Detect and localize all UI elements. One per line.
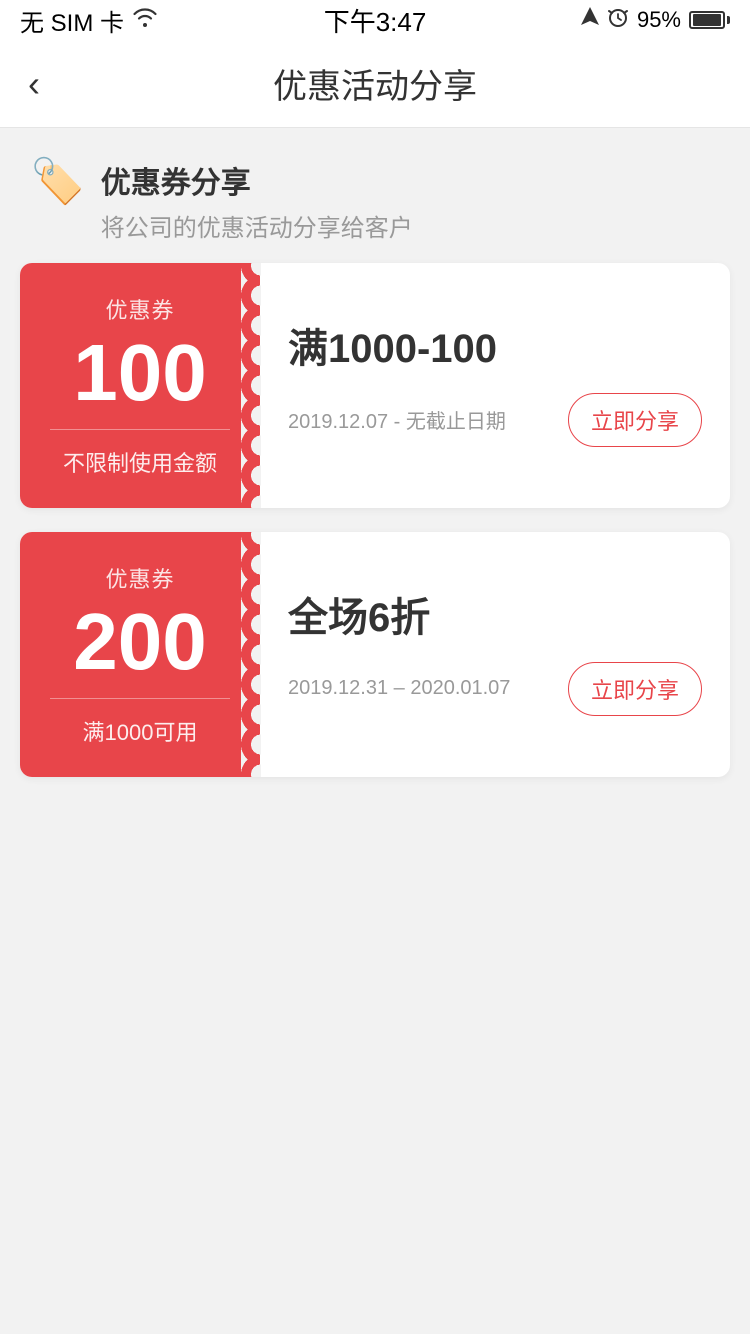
section-subtitle: 将公司的优惠活动分享给客户 bbox=[101, 208, 413, 243]
status-left: 无 SIM 卡 bbox=[20, 3, 158, 38]
status-bar: 无 SIM 卡 下午3:47 95% bbox=[0, 0, 750, 40]
coupon-date-1: 2019.12.31 – 2020.01.07 bbox=[288, 677, 568, 700]
share-button-0[interactable]: 立即分享 bbox=[568, 393, 702, 447]
battery-percent: 95% bbox=[637, 7, 681, 33]
coupon-bottom-1: 2019.12.31 – 2020.01.07 立即分享 bbox=[288, 662, 702, 716]
coupon-left-1: 优惠券 200 满1000可用 bbox=[20, 532, 260, 777]
section-title: 优惠券分享 bbox=[101, 158, 413, 202]
carrier-label: 无 SIM 卡 bbox=[20, 3, 124, 38]
coupon-condition-1: 满1000可用 bbox=[83, 715, 198, 747]
bottom-area bbox=[0, 801, 750, 1301]
coupon-card-0: 优惠券 100 不限制使用金额 满1000-100 2019.12.07 - 无… bbox=[20, 263, 730, 508]
coupon-left-0: 优惠券 100 不限制使用金额 bbox=[20, 263, 260, 508]
share-button-1[interactable]: 立即分享 bbox=[568, 662, 702, 716]
coupon-name-0: 满1000-100 bbox=[288, 325, 702, 373]
coupon-section-icon: 🏷️ bbox=[30, 160, 85, 204]
coupon-amount-1: 200 bbox=[73, 602, 206, 682]
coupon-list: 优惠券 100 不限制使用金额 满1000-100 2019.12.07 - 无… bbox=[0, 263, 750, 801]
section-header: 🏷️ 优惠券分享 将公司的优惠活动分享给客户 bbox=[0, 128, 750, 263]
coupon-type-1: 优惠券 bbox=[105, 562, 174, 594]
coupon-type-0: 优惠券 bbox=[105, 293, 174, 325]
alarm-icon bbox=[607, 6, 629, 34]
status-time: 下午3:47 bbox=[324, 2, 427, 39]
wifi-icon bbox=[132, 6, 158, 34]
nav-bar: ‹ 优惠活动分享 bbox=[0, 40, 750, 128]
coupon-amount-0: 100 bbox=[73, 333, 206, 413]
coupon-right-1: 全场6折 2019.12.31 – 2020.01.07 立即分享 bbox=[260, 532, 730, 777]
coupon-condition-0: 不限制使用金额 bbox=[63, 446, 217, 478]
location-icon bbox=[581, 7, 599, 33]
status-right: 95% bbox=[581, 6, 730, 34]
coupon-bottom-0: 2019.12.07 - 无截止日期 立即分享 bbox=[288, 393, 702, 447]
coupon-right-0: 满1000-100 2019.12.07 - 无截止日期 立即分享 bbox=[260, 263, 730, 508]
page-title: 优惠活动分享 bbox=[273, 59, 477, 108]
coupon-name-1: 全场6折 bbox=[288, 594, 702, 642]
section-title-group: 优惠券分享 将公司的优惠活动分享给客户 bbox=[101, 158, 413, 243]
back-button[interactable]: ‹ bbox=[28, 66, 40, 102]
coupon-divider-0 bbox=[50, 429, 230, 430]
coupon-date-0: 2019.12.07 - 无截止日期 bbox=[288, 405, 568, 434]
battery-icon bbox=[689, 11, 730, 29]
coupon-divider-1 bbox=[50, 698, 230, 699]
coupon-card-1: 优惠券 200 满1000可用 全场6折 2019.12.31 – 2020.0… bbox=[20, 532, 730, 777]
